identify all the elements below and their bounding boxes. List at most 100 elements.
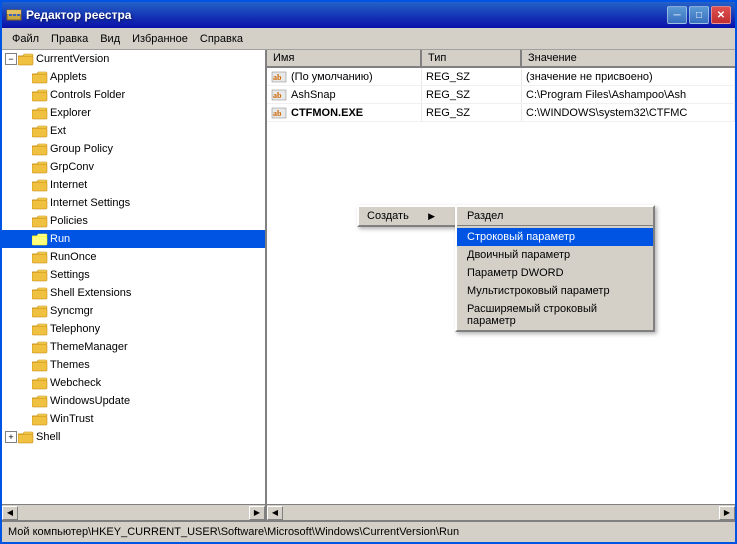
menu-favorites[interactable]: Избранное bbox=[126, 31, 194, 47]
tree-item-windowsupdate[interactable]: WindowsUpdate bbox=[2, 392, 265, 410]
tree-item-thememanager[interactable]: ThemeManager bbox=[2, 338, 265, 356]
submenu-item-2[interactable]: Двоичный параметр bbox=[457, 246, 653, 264]
close-button[interactable]: ✕ bbox=[711, 6, 731, 24]
cell-value-1: C:\Program Files\Ashampoo\Ash bbox=[522, 86, 735, 103]
menu-file[interactable]: Файл bbox=[6, 31, 45, 47]
folder-icon-themes bbox=[32, 358, 48, 372]
expand-btn-shell[interactable]: + bbox=[5, 431, 17, 443]
folder-icon-thememanager bbox=[32, 340, 48, 354]
tree-item-applets[interactable]: Applets bbox=[2, 68, 265, 86]
cell-name-text-1: AshSnap bbox=[291, 89, 336, 101]
folder-icon-grpconv bbox=[32, 160, 48, 174]
tree-panel: − CurrentVersion Applets Controls Folder… bbox=[2, 50, 267, 504]
bottom-scroll-area: ◀ ▶ ◀ ▶ bbox=[2, 504, 735, 520]
cell-value-0: (значение не присвоено) bbox=[522, 68, 735, 85]
tree-item-runonce[interactable]: RunOnce bbox=[2, 248, 265, 266]
submenu-item-0[interactable]: Раздел bbox=[457, 207, 653, 226]
tree-item-internetsettings[interactable]: Internet Settings bbox=[2, 194, 265, 212]
cell-type-2: REG_SZ bbox=[422, 104, 522, 121]
submenu-item-4[interactable]: Мультистроковый параметр bbox=[457, 282, 653, 300]
minimize-button[interactable]: ─ bbox=[667, 6, 687, 24]
titlebar: Редактор реестра ─ □ ✕ bbox=[2, 2, 735, 28]
tree-item-telephony[interactable]: Telephony bbox=[2, 320, 265, 338]
folder-icon-runonce bbox=[32, 250, 48, 264]
folder-icon-internet bbox=[32, 178, 48, 192]
tree-item-explorer[interactable]: Explorer bbox=[2, 104, 265, 122]
col-header-type[interactable]: Тип bbox=[422, 50, 522, 66]
table-row[interactable]: ab CTFMON.EXEREG_SZC:\WINDOWS\system32\C… bbox=[267, 104, 735, 122]
tree-item-shell[interactable]: + Shell bbox=[2, 428, 265, 446]
svg-text:ab: ab bbox=[273, 109, 282, 118]
submenu-item-1[interactable]: Строковый параметр bbox=[457, 228, 653, 246]
tree-label-themes: Themes bbox=[50, 359, 90, 371]
table-header: Имя Тип Значение bbox=[267, 50, 735, 68]
folder-icon-settings bbox=[32, 268, 48, 282]
hscroll-left-btn[interactable]: ◀ bbox=[2, 506, 18, 520]
window-title: Редактор реестра bbox=[26, 8, 667, 22]
hscroll-right-btn[interactable]: ▶ bbox=[249, 506, 265, 520]
right-hscroll-left-btn[interactable]: ◀ bbox=[267, 506, 283, 520]
tree-item-currentversion[interactable]: − CurrentVersion bbox=[2, 50, 265, 68]
tree-item-themes[interactable]: Themes bbox=[2, 356, 265, 374]
tree-label-internet: Internet bbox=[50, 179, 87, 191]
tree-item-syncmgr[interactable]: Syncmgr bbox=[2, 302, 265, 320]
maximize-button[interactable]: □ bbox=[689, 6, 709, 24]
tree-hscroll: ◀ ▶ bbox=[2, 505, 267, 520]
folder-icon-internetsettings bbox=[32, 196, 48, 210]
tree-label-grpconv: GrpConv bbox=[50, 161, 94, 173]
reg-icon-2: ab bbox=[271, 107, 287, 119]
main-split-area: − CurrentVersion Applets Controls Folder… bbox=[2, 50, 735, 504]
col-header-name[interactable]: Имя bbox=[267, 50, 422, 66]
create-label: Создать bbox=[367, 210, 409, 222]
col-header-value[interactable]: Значение bbox=[522, 50, 735, 66]
menu-view[interactable]: Вид bbox=[94, 31, 126, 47]
tree-item-controlsfolder[interactable]: Controls Folder bbox=[2, 86, 265, 104]
tree-label-wintrust: WinTrust bbox=[50, 413, 94, 425]
reg-icon-1: ab bbox=[271, 89, 287, 101]
create-menu-item[interactable]: Создать ▶ bbox=[359, 207, 455, 225]
folder-icon-webcheck bbox=[32, 376, 48, 390]
table-row[interactable]: ab AshSnapREG_SZC:\Program Files\Ashampo… bbox=[267, 86, 735, 104]
reg-icon-0: ab bbox=[271, 71, 287, 83]
menu-help[interactable]: Справка bbox=[194, 31, 249, 47]
tree-item-settings[interactable]: Settings bbox=[2, 266, 265, 284]
submenu-item-3[interactable]: Параметр DWORD bbox=[457, 264, 653, 282]
folder-icon-windowsupdate bbox=[32, 394, 48, 408]
folder-icon-syncmgr bbox=[32, 304, 48, 318]
cell-name-text-0: (По умолчанию) bbox=[291, 71, 373, 83]
expand-btn-currentversion[interactable]: − bbox=[5, 53, 17, 65]
tree-label-explorer: Explorer bbox=[50, 107, 91, 119]
tree-item-shellextensions[interactable]: Shell Extensions bbox=[2, 284, 265, 302]
folder-icon-run bbox=[32, 232, 48, 246]
menu-edit[interactable]: Правка bbox=[45, 31, 94, 47]
tree-label-ext: Ext bbox=[50, 125, 66, 137]
folder-icon-grouppolicy bbox=[32, 142, 48, 156]
statusbar: Мой компьютер\HKEY_CURRENT_USER\Software… bbox=[2, 520, 735, 542]
tree-item-policies[interactable]: Policies bbox=[2, 212, 265, 230]
table-row[interactable]: ab (По умолчанию) REG_SZ(значение не прис… bbox=[267, 68, 735, 86]
submenu-item-5[interactable]: Расширяемый строковый параметр bbox=[457, 300, 653, 330]
tree-label-run: Run bbox=[50, 233, 70, 245]
cell-name-2: ab CTFMON.EXE bbox=[267, 104, 422, 121]
create-submenu: Раздел Строковый параметрДвоичный парамет… bbox=[455, 205, 655, 332]
cell-type-0: REG_SZ bbox=[422, 68, 522, 85]
tree-item-grouppolicy[interactable]: Group Policy bbox=[2, 140, 265, 158]
tree-label-grouppolicy: Group Policy bbox=[50, 143, 113, 155]
tree-content: − CurrentVersion Applets Controls Folder… bbox=[2, 50, 265, 504]
tree-item-run[interactable]: Run bbox=[2, 230, 265, 248]
tree-label-windowsupdate: WindowsUpdate bbox=[50, 395, 130, 407]
svg-text:ab: ab bbox=[273, 91, 282, 100]
right-hscroll-right-btn[interactable]: ▶ bbox=[719, 506, 735, 520]
context-menu-overlay: Создать ▶ РазделСтроковый параметрДвоичн… bbox=[357, 205, 457, 227]
folder-icon-shellextensions bbox=[32, 286, 48, 300]
folder-icon-currentversion bbox=[18, 52, 34, 66]
folder-icon-controlsfolder bbox=[32, 88, 48, 102]
tree-item-grpconv[interactable]: GrpConv bbox=[2, 158, 265, 176]
tree-item-wintrust[interactable]: WinTrust bbox=[2, 410, 265, 428]
tree-item-webcheck[interactable]: Webcheck bbox=[2, 374, 265, 392]
tree-item-internet[interactable]: Internet bbox=[2, 176, 265, 194]
tree-label-policies: Policies bbox=[50, 215, 88, 227]
folder-icon-shell bbox=[18, 430, 34, 444]
cell-name-1: ab AshSnap bbox=[267, 86, 422, 103]
tree-item-ext[interactable]: Ext bbox=[2, 122, 265, 140]
